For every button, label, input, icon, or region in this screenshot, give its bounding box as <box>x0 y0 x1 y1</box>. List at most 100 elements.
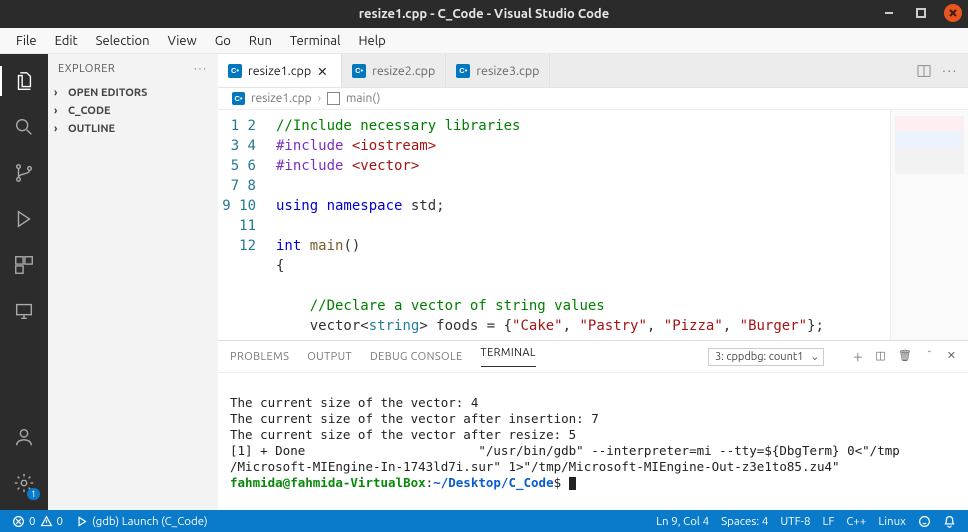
menu-run[interactable]: Run <box>241 32 280 50</box>
sidebar: EXPLORER ··· › OPEN EDITORS › C_CODE › O… <box>48 54 218 510</box>
activity-search[interactable] <box>0 106 48 148</box>
play-bug-icon <box>13 208 35 230</box>
tab-actions: ··· <box>906 54 968 87</box>
symbol-icon <box>327 92 340 105</box>
menu-view[interactable]: View <box>160 32 205 50</box>
account-icon <box>13 426 35 448</box>
activitybar: 1 <box>0 54 48 510</box>
maximize-button[interactable] <box>912 4 930 22</box>
panel-tabs: PROBLEMS OUTPUT DEBUG CONSOLE TERMINAL 3… <box>218 341 968 373</box>
status-eol[interactable]: LF <box>816 510 840 532</box>
cpp-file-icon: C• <box>456 64 470 78</box>
cpp-file-icon: C• <box>232 92 245 105</box>
panel: PROBLEMS OUTPUT DEBUG CONSOLE TERMINAL 3… <box>218 340 968 510</box>
menubar: File Edit Selection View Go Run Terminal… <box>0 28 968 54</box>
branch-icon <box>13 162 35 184</box>
more-actions-icon[interactable]: ··· <box>942 64 958 78</box>
chevron-right-icon: › <box>54 87 64 99</box>
terminal-cursor <box>569 477 576 490</box>
remote-icon <box>13 300 35 322</box>
menu-file[interactable]: File <box>8 32 45 50</box>
tabbar: C• resize1.cpp ✕ C• resize2.cpp C• resiz… <box>218 54 968 88</box>
section-label: C_CODE <box>68 105 111 117</box>
menu-terminal[interactable]: Terminal <box>282 32 349 50</box>
status-language[interactable]: C++ <box>840 510 872 532</box>
terminal-body[interactable]: The current size of the vector: 4 The cu… <box>218 373 968 510</box>
search-icon <box>13 116 35 138</box>
bell-icon <box>943 515 956 528</box>
panel-tab-output[interactable]: OUTPUT <box>307 351 352 363</box>
menu-selection[interactable]: Selection <box>88 32 158 50</box>
menu-edit[interactable]: Edit <box>47 32 86 50</box>
activity-run-debug[interactable] <box>0 198 48 240</box>
tab-resize1[interactable]: C• resize1.cpp ✕ <box>218 54 342 87</box>
section-label: OPEN EDITORS <box>68 87 147 99</box>
activity-remote[interactable] <box>0 290 48 332</box>
status-spaces[interactable]: Spaces: 4 <box>715 510 774 532</box>
activity-settings[interactable]: 1 <box>0 462 48 504</box>
terminal-selector[interactable]: 3: cppdbg: count1 <box>708 348 824 366</box>
status-notifications[interactable] <box>937 510 962 532</box>
breadcrumb-symbol: main() <box>346 92 380 105</box>
status-encoding[interactable]: UTF-8 <box>774 510 816 532</box>
window-controls <box>880 4 962 22</box>
minimap-viewport <box>895 116 964 174</box>
menu-go[interactable]: Go <box>207 32 239 50</box>
section-folder[interactable]: › C_CODE <box>48 102 218 120</box>
panel-tab-debug[interactable]: DEBUG CONSOLE <box>370 351 463 363</box>
breadcrumb-file: resize1.cpp <box>251 92 312 105</box>
chevron-right-icon: › <box>54 105 64 117</box>
panel-tab-problems[interactable]: PROBLEMS <box>230 351 289 363</box>
extensions-icon <box>13 254 35 276</box>
code-content[interactable]: //Include necessary libraries #include <… <box>268 110 890 340</box>
maximize-panel-icon[interactable]: ＾ <box>924 349 935 365</box>
status-launch[interactable]: (gdb) Launch (C_Code) <box>69 510 214 532</box>
menu-help[interactable]: Help <box>350 32 393 50</box>
minimap[interactable] <box>890 110 968 340</box>
chevron-right-icon: › <box>54 123 64 135</box>
activity-source-control[interactable] <box>0 152 48 194</box>
close-tab-icon[interactable]: ✕ <box>317 64 331 78</box>
tab-label: resize1.cpp <box>248 64 311 78</box>
explorer-more-icon[interactable]: ··· <box>194 63 208 75</box>
status-feedback[interactable] <box>912 510 937 532</box>
activity-accounts[interactable] <box>0 416 48 458</box>
breadcrumb[interactable]: C• resize1.cpp › main() <box>218 88 968 110</box>
section-open-editors[interactable]: › OPEN EDITORS <box>48 84 218 102</box>
statusbar: 0 0 (gdb) Launch (C_Code) Ln 9, Col 4 Sp… <box>0 510 968 532</box>
close-panel-icon[interactable]: ✕ <box>947 349 956 365</box>
sidebar-header: EXPLORER ··· <box>48 54 218 84</box>
tab-resize2[interactable]: C• resize2.cpp <box>342 54 446 87</box>
panel-tab-terminal[interactable]: TERMINAL <box>481 347 536 367</box>
line-gutter: 1 2 3 4 5 6 7 8 9 10 11 12 <box>218 110 268 340</box>
new-terminal-icon[interactable]: ＋ <box>852 349 863 365</box>
feedback-icon <box>918 515 931 528</box>
window-title: resize1.cpp - C_Code - Visual Studio Cod… <box>359 7 609 21</box>
status-lncol[interactable]: Ln 9, Col 4 <box>650 510 715 532</box>
close-button[interactable] <box>944 4 962 22</box>
editor-area: C• resize1.cpp ✕ C• resize2.cpp C• resiz… <box>218 54 968 510</box>
explorer-title: EXPLORER <box>58 63 115 75</box>
files-icon <box>13 70 35 92</box>
status-errors[interactable]: 0 0 <box>6 510 69 532</box>
split-terminal-icon[interactable]: ◫ <box>875 349 885 365</box>
tab-label: resize2.cpp <box>372 64 435 78</box>
minimize-button[interactable] <box>880 4 898 22</box>
split-editor-icon[interactable] <box>916 63 932 79</box>
tab-resize3[interactable]: C• resize3.cpp <box>446 54 550 87</box>
activity-explorer[interactable] <box>0 60 48 102</box>
status-os[interactable]: Linux <box>872 510 912 532</box>
section-outline[interactable]: › OUTLINE <box>48 120 218 138</box>
settings-badge: 1 <box>27 488 40 500</box>
error-icon <box>12 515 25 528</box>
kill-terminal-icon[interactable]: 🗑 <box>898 349 912 365</box>
chevron-right-icon: › <box>318 92 321 105</box>
cpp-file-icon: C• <box>228 64 242 78</box>
warning-icon <box>40 515 53 528</box>
debug-icon <box>75 515 88 528</box>
tab-label: resize3.cpp <box>476 64 539 78</box>
editor-body[interactable]: 1 2 3 4 5 6 7 8 9 10 11 12 //Include nec… <box>218 110 968 340</box>
section-label: OUTLINE <box>68 123 115 135</box>
activity-extensions[interactable] <box>0 244 48 286</box>
titlebar: resize1.cpp - C_Code - Visual Studio Cod… <box>0 0 968 28</box>
